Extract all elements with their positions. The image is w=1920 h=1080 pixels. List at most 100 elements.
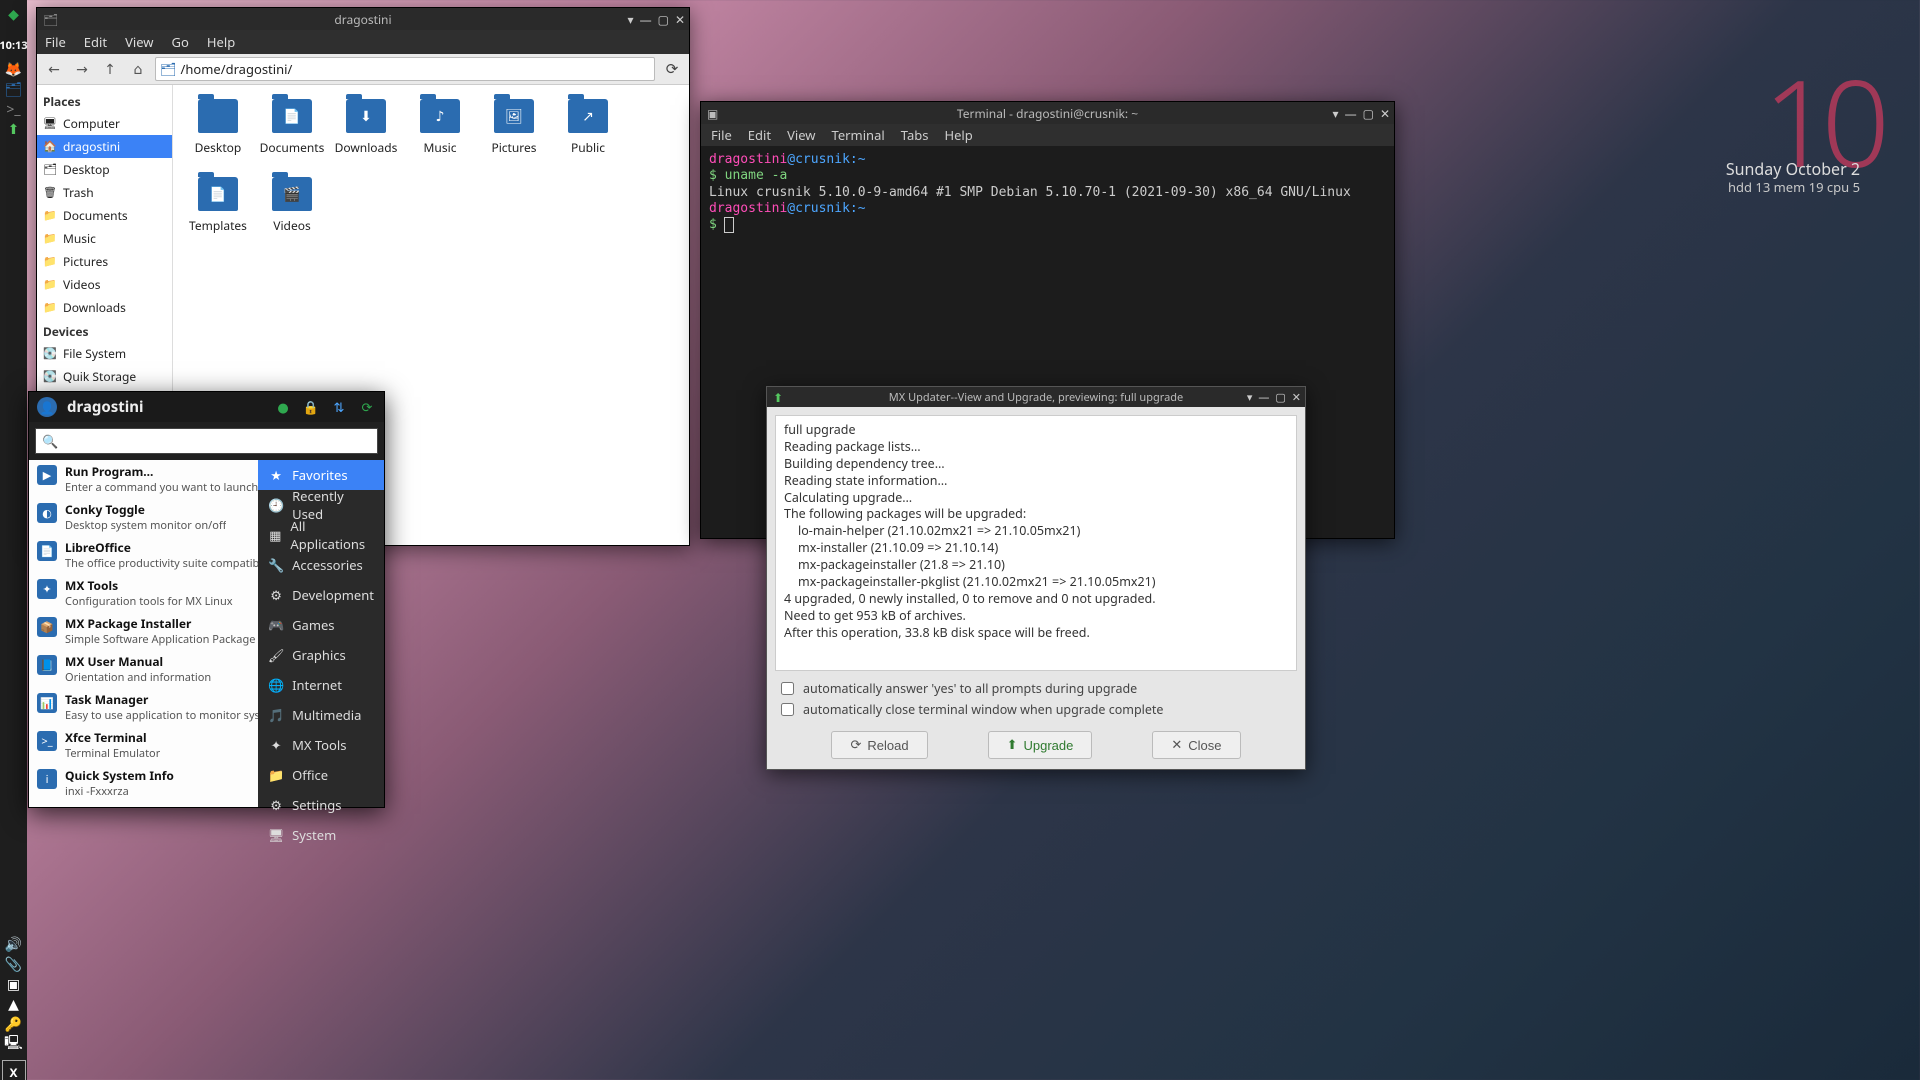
battery-icon[interactable]: ▲ [4, 994, 24, 1014]
search-input[interactable] [64, 433, 371, 450]
folder-desktop[interactable]: Desktop [181, 95, 255, 173]
category-multimedia[interactable]: 🎵Multimedia [258, 700, 384, 730]
category-office[interactable]: 📁Office [258, 760, 384, 790]
sidebar-place-trash[interactable]: 🗑Trash [37, 181, 172, 204]
nav-up-button[interactable]: ↑ [99, 58, 121, 80]
term-menu-tabs[interactable]: Tabs [901, 126, 929, 144]
window-maximize-icon[interactable]: ▢ [658, 11, 669, 28]
category-mx-tools[interactable]: ✦MX Tools [258, 730, 384, 760]
window-close-icon[interactable]: ✕ [675, 11, 685, 28]
folder-music[interactable]: ♪Music [403, 95, 477, 173]
sidebar-place-documents[interactable]: 📁Documents [37, 204, 172, 227]
folder-pictures[interactable]: 🖼Pictures [477, 95, 551, 173]
updater-icon[interactable]: ⬆ [4, 119, 24, 139]
switch-icon[interactable]: ⇅ [330, 398, 348, 416]
lock-icon[interactable]: 🔒 [302, 398, 320, 416]
volume-icon[interactable]: 🔊 [4, 934, 24, 954]
auto-yes-checkbox[interactable]: automatically answer 'yes' to all prompt… [777, 679, 1295, 698]
fm-menu-file[interactable]: File [45, 33, 66, 51]
menu-search[interactable]: 🔍 [35, 428, 378, 454]
nav-home-button[interactable]: ⌂ [127, 58, 149, 80]
term-menu-file[interactable]: File [711, 126, 732, 144]
whisker-menu-icon[interactable]: ◆ [4, 4, 24, 24]
sidebar-place-computer[interactable]: 🖥Computer [37, 112, 172, 135]
window-minimize-icon[interactable]: — [1345, 105, 1357, 122]
avatar-icon[interactable]: 👤 [37, 397, 57, 417]
app-entry[interactable]: ▶Run Program...Enter a command you want … [29, 460, 258, 498]
fm-menu-view[interactable]: View [125, 33, 153, 51]
workspace-icon[interactable]: ▣ [4, 974, 24, 994]
mx-menu-button[interactable]: X [2, 1060, 26, 1080]
close-button[interactable]: ✕Close [1152, 731, 1240, 759]
category-accessories[interactable]: 🔧Accessories [258, 550, 384, 580]
app-entry[interactable]: 📊Task ManagerEasy to use application to … [29, 688, 258, 726]
sidebar-device[interactable]: 💽File System [37, 342, 172, 365]
fm-menu-edit[interactable]: Edit [84, 33, 107, 51]
app-entry[interactable]: 📄LibreOfficeThe office productivity suit… [29, 536, 258, 574]
app-entry[interactable]: ℹQuick System Infoinxi -Fxxxrza [29, 764, 258, 802]
folder-documents[interactable]: 📄Documents [255, 95, 329, 173]
window-minimize-icon[interactable]: — [640, 11, 652, 28]
category-icon: 📁 [268, 767, 284, 783]
window-stick-icon[interactable]: ▾ [628, 11, 634, 28]
folder-templates[interactable]: 📄Templates [181, 173, 255, 251]
category-graphics[interactable]: 🖌Graphics [258, 640, 384, 670]
power-icon[interactable]: ● [274, 398, 292, 416]
upgrade-button[interactable]: ⬆Upgrade [988, 731, 1093, 759]
app-entry[interactable]: >_Xfce TerminalTerminal Emulator [29, 726, 258, 764]
app-entry[interactable]: 📦MX Package InstallerSimple Software App… [29, 612, 258, 650]
category-internet[interactable]: 🌐Internet [258, 670, 384, 700]
folder-downloads[interactable]: ⬇Downloads [329, 95, 403, 173]
terminal-icon[interactable]: >_ [4, 99, 24, 119]
path-bar[interactable]: 🗂 /home/dragostini/ [155, 57, 655, 81]
app-entry[interactable]: 📘MX User ManualOrientation and informati… [29, 650, 258, 688]
fm-menu-go[interactable]: Go [172, 33, 189, 51]
clipboard-icon[interactable]: 📎 [4, 954, 24, 974]
term-menu-edit[interactable]: Edit [748, 126, 771, 144]
files-icon[interactable]: 🗂 [4, 79, 24, 99]
category-recently-used[interactable]: 🕘Recently Used [258, 490, 384, 520]
category-development[interactable]: ⚙Development [258, 580, 384, 610]
sidebar-place-desktop[interactable]: 🗂Desktop [37, 158, 172, 181]
window-stick-icon[interactable]: ▾ [1333, 105, 1339, 122]
upd-titlebar[interactable]: ⬆ MX Updater--View and Upgrade, previewi… [767, 387, 1305, 407]
folder-public[interactable]: ↗Public [551, 95, 625, 173]
category-all-applications[interactable]: ▦All Applications [258, 520, 384, 550]
firefox-icon[interactable]: 🦊 [4, 59, 24, 79]
reload-button[interactable]: ⟳ [661, 58, 683, 80]
window-maximize-icon[interactable]: ▢ [1275, 390, 1285, 405]
fm-menu-help[interactable]: Help [207, 33, 235, 51]
category-games[interactable]: 🎮Games [258, 610, 384, 640]
nav-forward-button[interactable]: → [71, 58, 93, 80]
folder-videos[interactable]: 🎬Videos [255, 173, 329, 251]
category-favorites[interactable]: ★Favorites [258, 460, 384, 490]
reload-button[interactable]: ⟳Reload [831, 731, 927, 759]
window-close-icon[interactable]: ✕ [1292, 390, 1301, 405]
key-icon[interactable]: 🔑 [4, 1014, 24, 1034]
fm-titlebar[interactable]: 🗂 dragostini ▾ — ▢ ✕ [37, 8, 689, 30]
logout-icon[interactable]: ⟳ [358, 398, 376, 416]
sidebar-place-downloads[interactable]: 📁Downloads [37, 296, 172, 319]
category-icon: ⚙ [268, 587, 284, 603]
app-entry[interactable]: ◐Conky ToggleDesktop system monitor on/o… [29, 498, 258, 536]
sidebar-place-videos[interactable]: 📁Videos [37, 273, 172, 296]
nav-back-button[interactable]: ← [43, 58, 65, 80]
window-stick-icon[interactable]: ▾ [1247, 390, 1253, 405]
term-menu-terminal[interactable]: Terminal [832, 126, 885, 144]
sidebar-place-dragostini[interactable]: 🏠dragostini [37, 135, 172, 158]
sidebar-place-music[interactable]: 📁Music [37, 227, 172, 250]
category-system[interactable]: 🖥System [258, 820, 384, 850]
app-entry[interactable]: ✦MX ToolsConfiguration tools for MX Linu… [29, 574, 258, 612]
term-menu-view[interactable]: View [787, 126, 815, 144]
window-close-icon[interactable]: ✕ [1380, 105, 1390, 122]
sidebar-place-pictures[interactable]: 📁Pictures [37, 250, 172, 273]
window-minimize-icon[interactable]: — [1258, 390, 1269, 405]
network-icon[interactable]: 🖳 [4, 1034, 24, 1054]
auto-close-checkbox[interactable]: automatically close terminal window when… [777, 700, 1295, 719]
term-titlebar[interactable]: ▣ Terminal - dragostini@crusnik: ~ ▾ — ▢… [701, 102, 1394, 124]
window-maximize-icon[interactable]: ▢ [1363, 105, 1374, 122]
folder-glyph-icon: ↗ [568, 99, 608, 133]
category-settings[interactable]: ⚙Settings [258, 790, 384, 820]
term-menu-help[interactable]: Help [944, 126, 972, 144]
sidebar-device[interactable]: 💽Quik Storage [37, 365, 172, 388]
